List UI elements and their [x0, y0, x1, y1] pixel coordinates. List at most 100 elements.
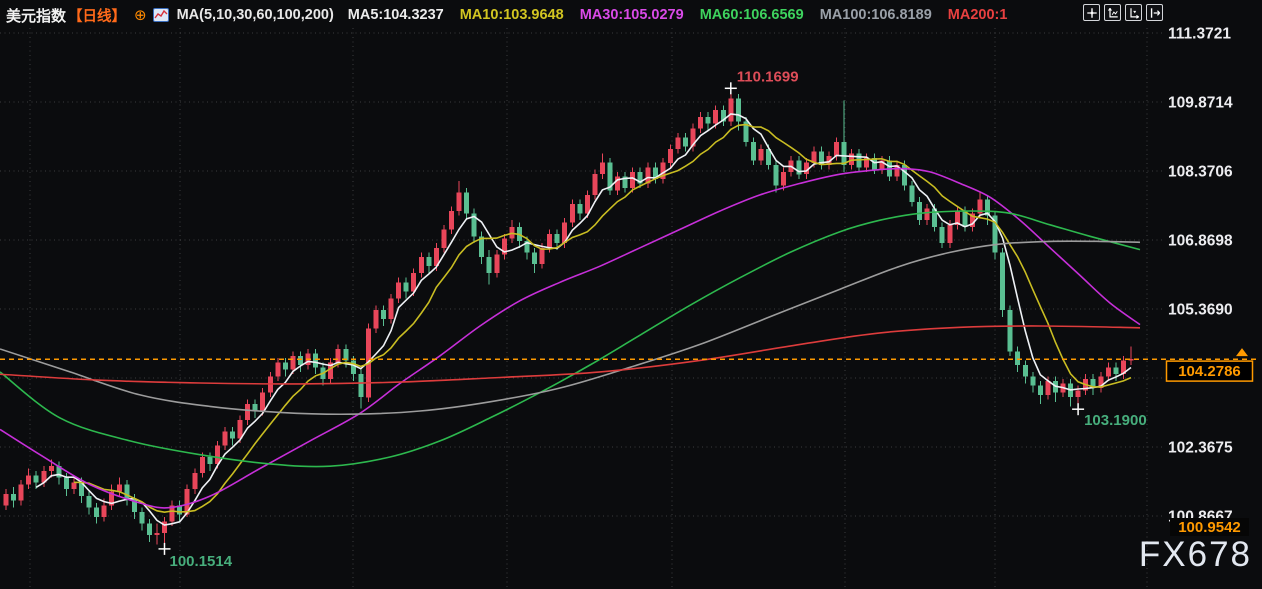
y-axis-tick-label: 106.8698	[1168, 233, 1233, 250]
y-axis-tick-label: 105.3690	[1168, 302, 1233, 319]
candle	[48, 466, 54, 471]
candle	[86, 496, 92, 508]
y-axis-zoom-icon[interactable]	[1104, 4, 1121, 21]
ma-legend-item: MA10:103.9648	[459, 7, 564, 23]
candle	[222, 431, 228, 446]
candle	[841, 142, 847, 166]
candle	[599, 162, 605, 175]
candle	[11, 493, 17, 501]
candle	[464, 192, 470, 214]
candle	[192, 473, 198, 490]
gridlines	[0, 28, 1163, 589]
candle	[139, 512, 145, 524]
candle	[781, 171, 787, 186]
current-price-line	[0, 348, 1256, 360]
candle	[456, 192, 462, 211]
ma-legend-item: MA100:106.8189	[819, 7, 932, 23]
candle	[577, 204, 583, 214]
candle	[758, 149, 764, 161]
candle	[1075, 390, 1081, 398]
candle	[615, 176, 620, 191]
candle	[939, 227, 945, 244]
candle	[917, 201, 922, 221]
add-indicator-icon[interactable]: ⊕	[134, 6, 147, 24]
candle	[94, 507, 100, 517]
candle	[290, 355, 296, 370]
candle	[698, 116, 704, 129]
candle	[230, 431, 235, 439]
candle	[1022, 365, 1028, 377]
candle	[750, 142, 756, 161]
collapse-right-icon[interactable]	[1146, 4, 1163, 21]
candle	[1045, 381, 1051, 395]
candle	[683, 137, 688, 147]
price-markers: 110.1699 100.1514 103.1900	[158, 68, 1147, 570]
price-annotation: 110.1699	[737, 68, 799, 85]
x-axis-zoom-icon[interactable]	[1125, 4, 1142, 21]
candle	[373, 309, 379, 329]
candle	[547, 234, 553, 248]
ma-lines	[0, 113, 1141, 526]
candle	[569, 204, 575, 223]
y-axis-tick-label: 109.8714	[1168, 95, 1233, 112]
candle	[245, 404, 251, 421]
y-axis-tick-label: 111.3721	[1168, 26, 1231, 43]
candle	[773, 165, 779, 186]
candle	[214, 445, 220, 464]
candle	[592, 174, 598, 195]
candle	[199, 457, 205, 474]
candle	[675, 137, 681, 149]
y-axis-tick-label: 108.3706	[1168, 164, 1233, 181]
candle	[1113, 367, 1119, 375]
candle	[1037, 385, 1043, 395]
candle	[313, 353, 319, 368]
candle	[1007, 309, 1013, 352]
candle	[1105, 367, 1111, 377]
y-axis-labels: 111.3721 109.8714 108.3706 106.8698 105.3690…	[1168, 26, 1233, 526]
candle	[282, 362, 288, 370]
candle	[388, 298, 394, 320]
candles	[3, 88, 1134, 549]
candle	[1000, 252, 1006, 310]
candlestick-chart[interactable]: 111.3721 109.8714 108.3706 106.8698 105.3690…	[0, 0, 1262, 589]
ma-line-ma10	[73, 123, 1132, 514]
candle	[667, 149, 673, 163]
y-axis-tick-label: 102.3675	[1168, 440, 1233, 457]
candle	[207, 457, 213, 464]
price-up-arrow-icon	[1236, 348, 1248, 357]
candle	[116, 484, 122, 492]
candle	[33, 475, 39, 483]
ma-legend-item: MA30:105.0279	[579, 7, 684, 23]
candle	[275, 362, 281, 377]
candle	[1030, 376, 1036, 386]
ma-legend-item: MA5:104.3237	[347, 7, 444, 23]
candle	[834, 142, 839, 156]
candle	[381, 309, 386, 320]
candle	[18, 484, 24, 501]
candle	[735, 98, 741, 122]
candle	[947, 224, 953, 244]
pan-icon[interactable]	[1083, 4, 1100, 21]
candle	[494, 254, 500, 274]
candle	[146, 523, 152, 536]
chart-toolbar	[1083, 4, 1163, 21]
chart-header: 美元指数 【日线】 ⊕ MA(5,10,30,60,100,200) MA5:1…	[0, 0, 1262, 28]
svg-text:104.2786: 104.2786	[1178, 363, 1241, 380]
price-annotation: 100.1514	[170, 553, 233, 570]
candle	[63, 477, 69, 490]
candle	[3, 493, 9, 506]
ma-line-ma200	[0, 325, 1141, 385]
ma-legend-item: MA200:1	[947, 7, 1008, 23]
candle	[448, 211, 454, 230]
fx678-watermark: FX678	[1138, 535, 1252, 574]
candle	[909, 185, 915, 202]
svg-text:100.9542: 100.9542	[1178, 519, 1241, 536]
candle	[154, 532, 160, 536]
candle	[630, 171, 636, 188]
candle	[350, 360, 356, 375]
candle	[71, 482, 77, 490]
candle	[705, 116, 711, 124]
candle	[728, 98, 734, 122]
candle	[1015, 351, 1021, 366]
candlestick-chart-icon[interactable]	[152, 8, 169, 22]
